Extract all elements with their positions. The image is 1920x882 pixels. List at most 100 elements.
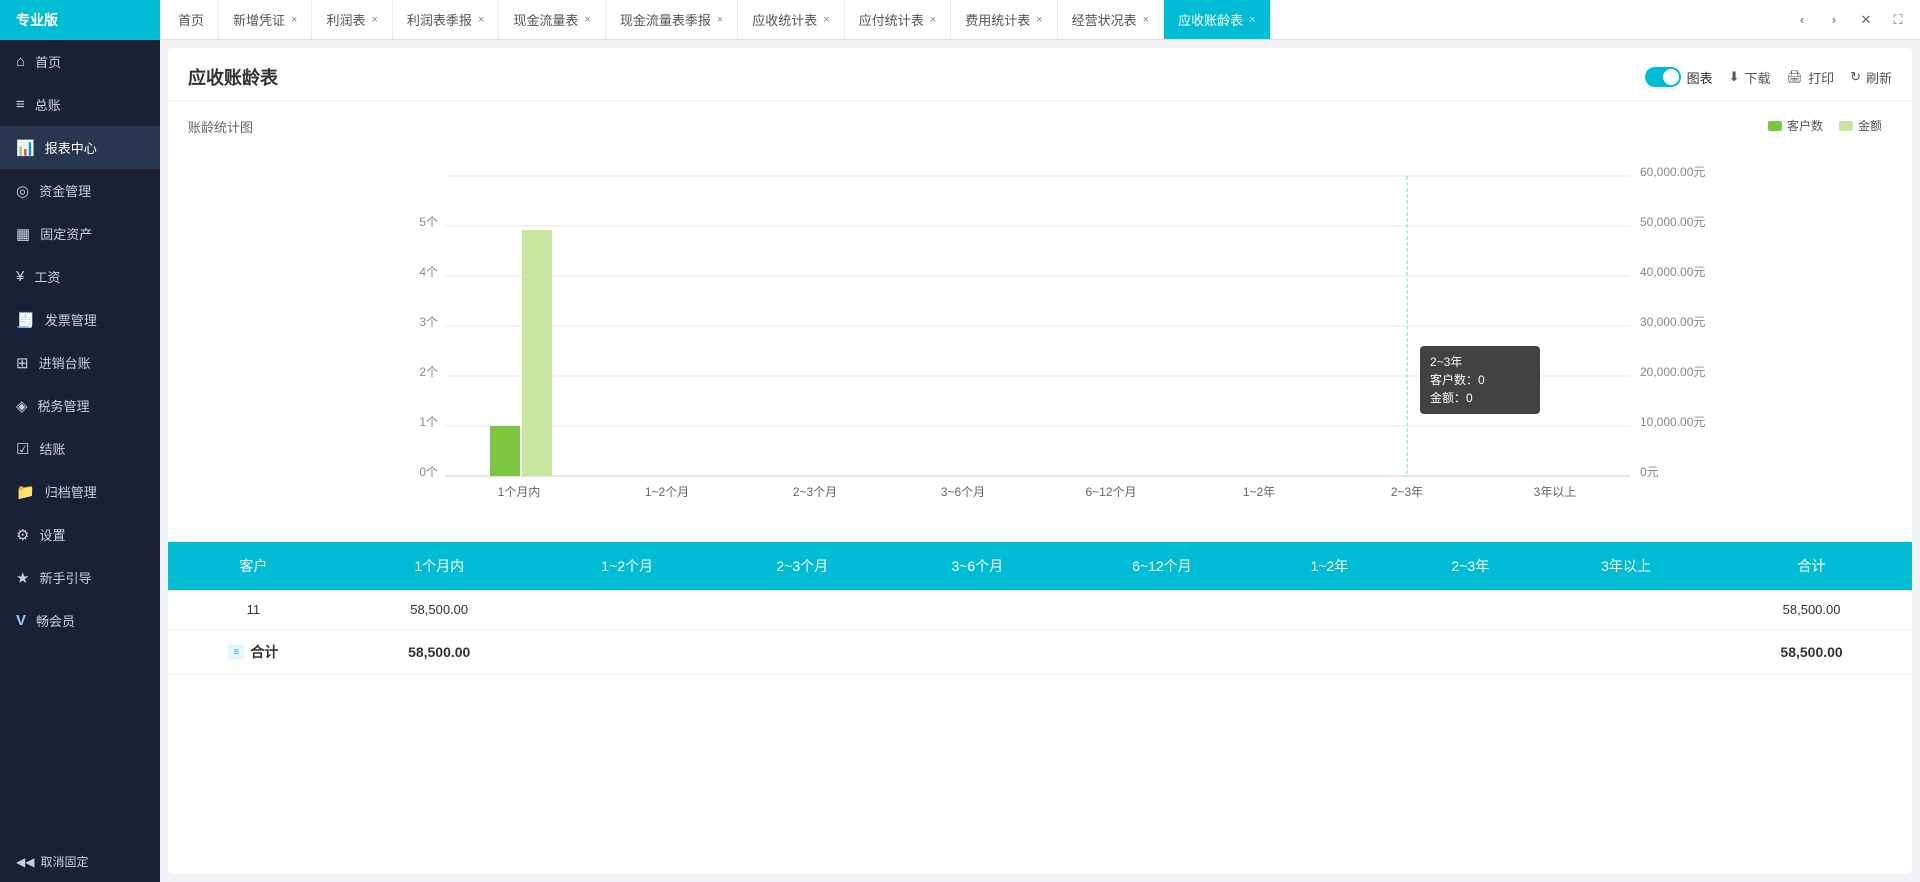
legend-amount-label: 金额: [1858, 117, 1882, 134]
sidebar-item-ledger[interactable]: ≡ 总账: [0, 83, 160, 126]
refresh-button[interactable]: ↻ 刷新: [1850, 68, 1892, 87]
svg-text:1~2年: 1~2年: [1243, 485, 1275, 499]
tab-ar-aging-label: 应收账龄表: [1178, 10, 1243, 29]
sidebar-item-tax[interactable]: ◈ 税务管理: [0, 384, 160, 427]
cell-m3-1: [715, 590, 890, 630]
tab-expense-stat[interactable]: 费用统计表 ×: [951, 0, 1057, 40]
sidebar-item-reports[interactable]: 📊 报表中心: [0, 126, 160, 169]
svg-text:2~3年: 2~3年: [1430, 355, 1462, 369]
cell-total-total: 58,500.00: [1711, 630, 1912, 675]
col-m2: 1~2个月: [540, 542, 715, 590]
svg-text:金额：0: 金额：0: [1430, 390, 1473, 405]
tab-voucher[interactable]: 新增凭证 ×: [219, 0, 312, 40]
tooltip: 2~3年 客户数：0 金额：0: [1420, 346, 1540, 414]
refresh-icon: ↻: [1850, 69, 1861, 85]
sidebar: 专业版 ⌂ 首页 ≡ 总账 📊 报表中心 ◎ 资金管理 ▦ 固定资产 ¥ 工资 …: [0, 0, 160, 882]
sidebar-item-assets[interactable]: ▦ 固定资产: [0, 212, 160, 255]
tab-profit-quarter-label: 利润表季报: [407, 10, 472, 29]
col-m3: 2~3个月: [715, 542, 890, 590]
tab-business-stat[interactable]: 经营状况表 ×: [1058, 0, 1164, 40]
chart-toggle[interactable]: 图表: [1645, 67, 1713, 87]
sales-icon: ⊞: [16, 354, 29, 372]
sidebar-label-funds: 资金管理: [39, 181, 91, 200]
tab-profit-close[interactable]: ×: [371, 14, 377, 26]
sidebar-item-guide[interactable]: ★ 新手引导: [0, 556, 160, 599]
tab-ar-stat-close[interactable]: ×: [823, 14, 829, 26]
tab-fullscreen[interactable]: ⛶: [1884, 6, 1912, 34]
col-m8: 3年以上: [1541, 542, 1711, 590]
cell-total-m6: [1259, 630, 1400, 675]
tab-ar-aging-close[interactable]: ×: [1249, 14, 1255, 26]
tab-business-stat-close[interactable]: ×: [1143, 14, 1149, 26]
svg-text:4个: 4个: [419, 265, 438, 279]
tab-ap-stat-close[interactable]: ×: [930, 14, 936, 26]
sidebar-item-settings[interactable]: ⚙ 设置: [0, 513, 160, 556]
tab-voucher-label: 新增凭证: [233, 10, 285, 29]
tab-home[interactable]: 首页: [164, 0, 219, 40]
tab-bar: 首页 新增凭证 × 利润表 × 利润表季报 × 现金流量表 × 现金流量表季报 …: [160, 0, 1920, 40]
gear-icon: ⚙: [16, 526, 29, 544]
download-button[interactable]: ⬇ 下载: [1729, 68, 1771, 87]
tab-cashflow-quarter[interactable]: 现金流量表季报 ×: [606, 0, 738, 40]
home-icon: ⌂: [16, 53, 25, 70]
sidebar-item-salary[interactable]: ¥ 工资: [0, 255, 160, 298]
col-total: 合计: [1711, 542, 1912, 590]
svg-text:5个: 5个: [419, 215, 438, 229]
sidebar-label-assets: 固定资产: [40, 224, 92, 243]
tab-cashflow-quarter-close[interactable]: ×: [717, 14, 723, 26]
pin-icon: ◀◀: [16, 855, 34, 869]
tab-profit-quarter[interactable]: 利润表季报 ×: [393, 0, 499, 40]
main-area: 首页 新增凭证 × 利润表 × 利润表季报 × 现金流量表 × 现金流量表季报 …: [160, 0, 1920, 882]
tab-close-all[interactable]: ✕: [1852, 6, 1880, 34]
total-label-container: ≡ 合计: [178, 642, 329, 662]
tab-profit-quarter-close[interactable]: ×: [478, 14, 484, 26]
svg-text:0元: 0元: [1640, 465, 1659, 479]
bar-customers-1: [490, 426, 520, 476]
tab-cashflow-close[interactable]: ×: [584, 14, 590, 26]
svg-text:50,000.00元: 50,000.00元: [1640, 215, 1705, 229]
print-button[interactable]: 🖨 打印: [1787, 68, 1835, 87]
svg-text:客户数：0: 客户数：0: [1430, 372, 1485, 387]
col-m1: 1个月内: [339, 542, 540, 590]
tab-ar-stat[interactable]: 应收统计表 ×: [738, 0, 844, 40]
table-row: 11 58,500.00 58,500.00: [168, 590, 1912, 630]
tab-cashflow-quarter-label: 现金流量表季报: [620, 10, 711, 29]
tab-profit[interactable]: 利润表 ×: [312, 0, 392, 40]
cell-m6-1: [1259, 590, 1400, 630]
tab-scroll-right[interactable]: ›: [1820, 6, 1848, 34]
svg-text:1~2个月: 1~2个月: [645, 485, 689, 499]
cell-customer-1: 11: [168, 590, 339, 630]
sidebar-label-home: 首页: [35, 52, 61, 71]
print-label: 打印: [1808, 68, 1834, 87]
cell-m7-1: [1400, 590, 1541, 630]
tab-ap-stat[interactable]: 应付统计表 ×: [845, 0, 951, 40]
svg-text:6~12个月: 6~12个月: [1085, 485, 1136, 499]
sidebar-item-vip[interactable]: V 畅会员: [0, 599, 160, 642]
sidebar-label-archive: 归档管理: [45, 482, 97, 501]
sidebar-label-ledger: 总账: [35, 95, 61, 114]
cell-total-m4: [890, 630, 1065, 675]
sidebar-item-funds[interactable]: ◎ 资金管理: [0, 169, 160, 212]
tab-ar-aging[interactable]: 应收账龄表 ×: [1164, 0, 1270, 40]
svg-text:3年以上: 3年以上: [1534, 485, 1577, 499]
tab-expense-stat-label: 费用统计表: [965, 10, 1030, 29]
salary-icon: ¥: [16, 268, 24, 285]
tab-ap-stat-label: 应付统计表: [859, 10, 924, 29]
toggle-track[interactable]: [1645, 67, 1681, 87]
page-header: 应收账龄表 图表 ⬇ 下载 🖨 打印 ↻ 刷新: [168, 48, 1912, 101]
sidebar-item-settle[interactable]: ☑ 结账: [0, 427, 160, 470]
tab-expense-stat-close[interactable]: ×: [1036, 14, 1042, 26]
sidebar-item-home[interactable]: ⌂ 首页: [0, 40, 160, 83]
tab-voucher-close[interactable]: ×: [291, 14, 297, 26]
sidebar-item-invoice[interactable]: 🧾 发票管理: [0, 298, 160, 341]
table-total-row: ≡ 合计 58,500.00 58,500.00: [168, 630, 1912, 675]
sidebar-label-vip: 畅会员: [36, 611, 75, 630]
tab-scroll-left[interactable]: ‹: [1788, 6, 1816, 34]
sidebar-item-archive[interactable]: 📁 归档管理: [0, 470, 160, 513]
sidebar-pin-toggle[interactable]: ◀◀ 取消固定: [0, 841, 160, 882]
sidebar-item-sales[interactable]: ⊞ 进销台账: [0, 341, 160, 384]
svg-text:60,000.00元: 60,000.00元: [1640, 165, 1705, 179]
tab-profit-label: 利润表: [326, 10, 365, 29]
tab-cashflow[interactable]: 现金流量表 ×: [499, 0, 605, 40]
sidebar-label-salary: 工资: [34, 267, 60, 286]
